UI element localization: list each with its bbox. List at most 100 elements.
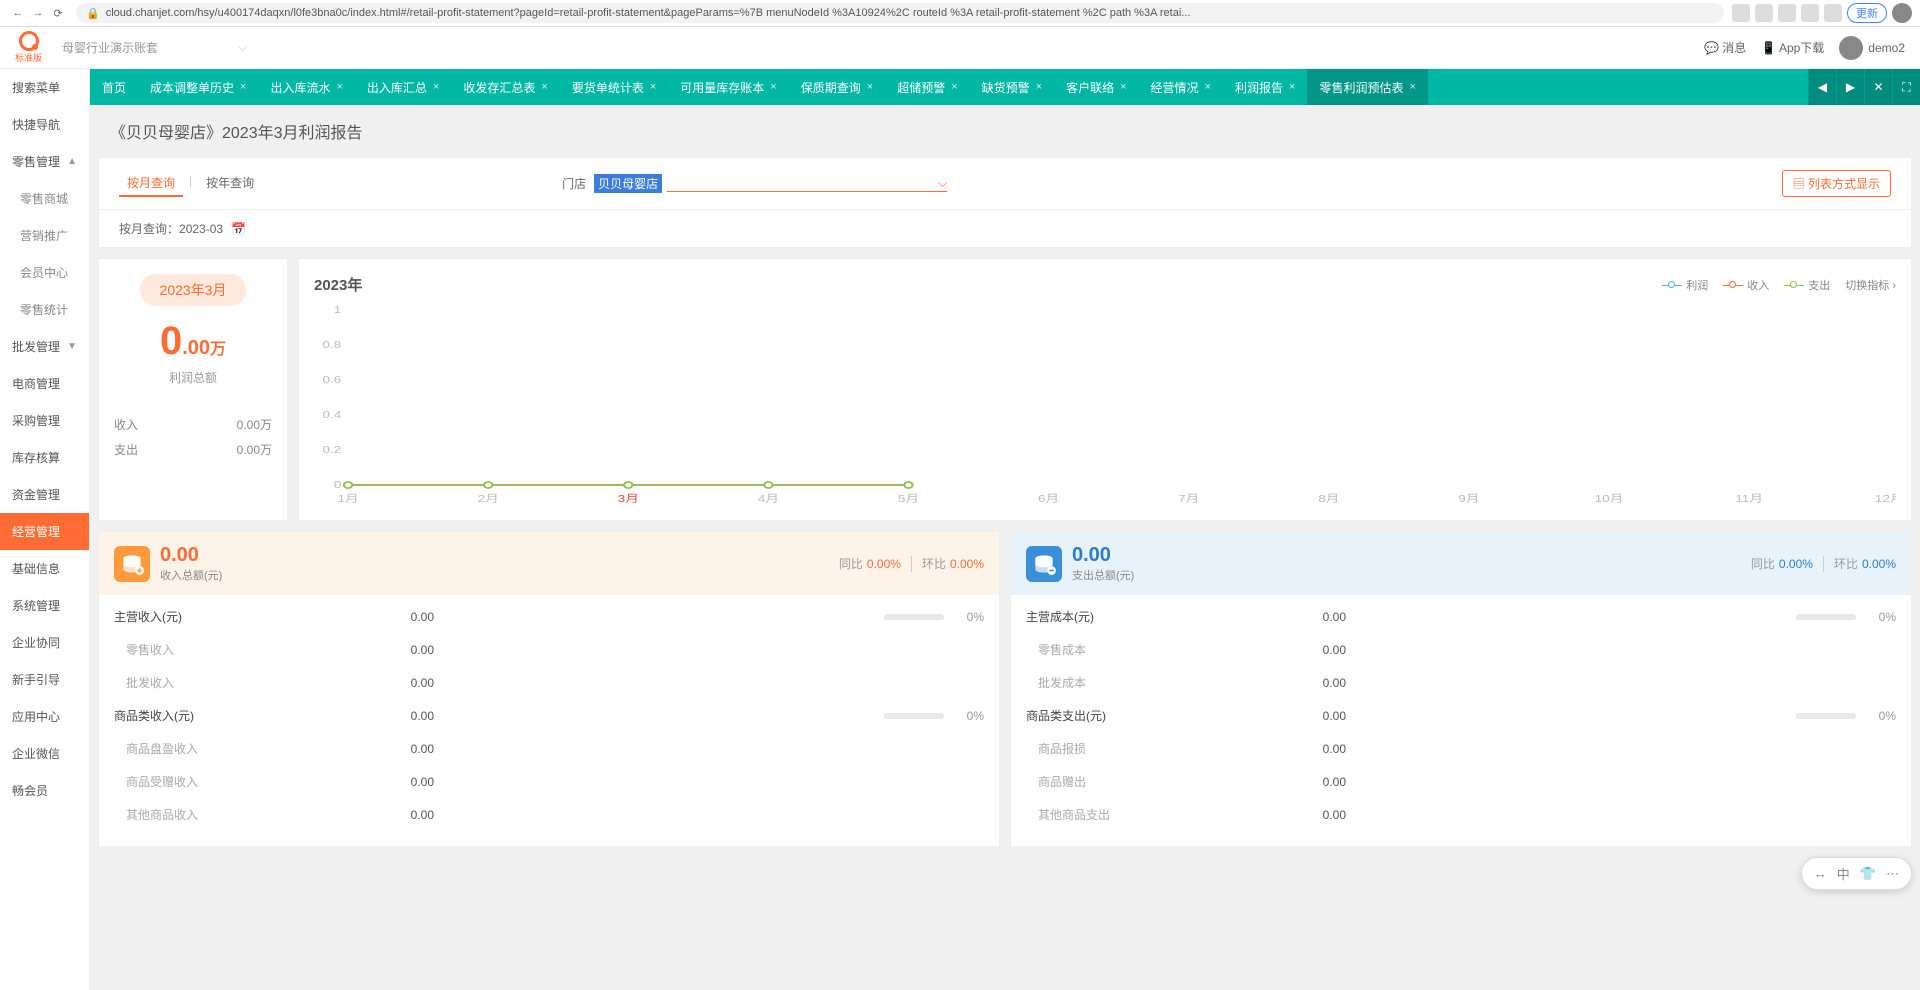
sidebar-item[interactable]: 系统管理	[0, 587, 89, 624]
tab[interactable]: 首页	[90, 69, 138, 105]
tab[interactable]: 客户联络×	[1054, 69, 1138, 105]
month-value[interactable]: 2023-03	[179, 222, 223, 236]
app-download-link[interactable]: 📱 App下载	[1761, 39, 1824, 56]
ext-1[interactable]	[1732, 4, 1750, 22]
user-menu[interactable]: demo2	[1839, 36, 1905, 60]
tab[interactable]: 保质期查询×	[789, 69, 885, 105]
progress-bar	[884, 713, 944, 719]
tab[interactable]: 缺货预警×	[970, 69, 1054, 105]
store-selector[interactable]: 门店 贝贝母婴店 ⌵	[562, 174, 947, 193]
store-value: 贝贝母婴店	[594, 174, 662, 193]
sidebar-item[interactable]: 批发管理▼	[0, 328, 89, 365]
sidebar-item[interactable]: 搜索菜单	[0, 69, 89, 106]
tab-close-icon[interactable]: ×	[240, 81, 246, 93]
tab-close-icon[interactable]: ×	[867, 81, 873, 93]
sidebar-item[interactable]: 电商管理	[0, 365, 89, 402]
tabs-prev-button[interactable]: ◀	[1808, 69, 1836, 105]
tab-close-icon[interactable]: ×	[1120, 81, 1126, 93]
sidebar-item[interactable]: 应用中心	[0, 698, 89, 735]
sidebar-item[interactable]: 零售管理▲	[0, 143, 89, 180]
sidebar-item[interactable]: 新手引导	[0, 661, 89, 698]
tab[interactable]: 收发存汇总表×	[451, 69, 559, 105]
calendar-icon[interactable]: 📅	[231, 222, 246, 236]
income-mini: 收入0.00万	[114, 416, 272, 433]
tab[interactable]: 出入库汇总×	[355, 69, 451, 105]
tab[interactable]: 经营情况×	[1139, 69, 1223, 105]
shirt-icon[interactable]: 👕	[1860, 866, 1876, 882]
sidebar-item[interactable]: 采购管理	[0, 402, 89, 439]
tab-close-icon[interactable]: ×	[541, 81, 547, 93]
back-button[interactable]: ←	[8, 3, 28, 23]
ext-2[interactable]	[1755, 4, 1773, 22]
income-card: 0.00 收入总额(元) 同比0.00% 环比0.00% 主营收入(元)0.00…	[98, 531, 1000, 847]
float-expand-icon[interactable]: ↔	[1814, 866, 1827, 881]
tab[interactable]: 出入库流水×	[258, 69, 354, 105]
expense-mini: 支出0.00万	[114, 441, 272, 458]
income-icon	[114, 546, 150, 582]
sidebar-item[interactable]: 企业微信	[0, 735, 89, 772]
tab[interactable]: 成本调整单历史×	[138, 69, 258, 105]
tab-close-icon[interactable]: ×	[951, 81, 957, 93]
legend-item[interactable]: 利润	[1662, 277, 1708, 293]
float-more-icon[interactable]: ⋯	[1886, 866, 1899, 882]
tab[interactable]: 要货单统计表×	[560, 69, 668, 105]
tab[interactable]: 利润报告×	[1223, 69, 1307, 105]
update-button[interactable]: 更新	[1847, 3, 1887, 23]
svg-text:7月: 7月	[1178, 493, 1199, 505]
summary-card: 2023年3月 0.00万 利润总额 收入0.00万 支出0.00万	[98, 258, 288, 521]
tab-close-icon[interactable]: ×	[1205, 81, 1211, 93]
filter-tab-year[interactable]: 按年查询	[198, 170, 262, 197]
switch-indicator-button[interactable]: 切换指标 ›	[1845, 277, 1896, 293]
forward-button[interactable]: →	[28, 3, 48, 23]
header-actions: 💬 消息 📱 App下载 demo2	[1704, 36, 1905, 60]
tab-close-icon[interactable]: ×	[1289, 81, 1295, 93]
svg-text:0.4: 0.4	[322, 409, 341, 421]
sidebar-item[interactable]: 基础信息	[0, 550, 89, 587]
app-logo[interactable]: 标准版	[15, 31, 42, 64]
svg-text:9月: 9月	[1458, 493, 1479, 505]
tabs-next-button[interactable]: ▶	[1836, 69, 1864, 105]
sidebar-item[interactable]: 库存核算	[0, 439, 89, 476]
sidebar-item[interactable]: 企业协同	[0, 624, 89, 661]
tabs-close-button[interactable]: ✕	[1864, 69, 1892, 105]
filter-tab-month[interactable]: 按月查询	[119, 170, 183, 197]
tab[interactable]: 超储预警×	[885, 69, 969, 105]
browser-profile-avatar[interactable]	[1892, 3, 1912, 23]
tab-close-icon[interactable]: ×	[1036, 81, 1042, 93]
ext-4[interactable]	[1801, 4, 1819, 22]
reload-button[interactable]: ⟳	[48, 3, 68, 23]
sidebar-item[interactable]: 营销推广	[0, 217, 89, 254]
tab-close-icon[interactable]: ×	[1409, 81, 1415, 93]
ext-3[interactable]	[1778, 4, 1796, 22]
ime-indicator[interactable]: 中	[1837, 864, 1850, 883]
tab[interactable]: 零售利润预估表×	[1307, 69, 1427, 105]
address-bar[interactable]: 🔒 cloud.chanjet.com/hsy/u400174daqxn/l0f…	[76, 3, 1724, 23]
floating-toolbar[interactable]: ↔ 中 👕 ⋯	[1801, 857, 1912, 890]
sidebar: 搜索菜单快捷导航零售管理▲零售商城营销推广会员中心零售统计批发管理▼电商管理采购…	[0, 69, 90, 990]
sidebar-item[interactable]: 零售统计	[0, 291, 89, 328]
sidebar-item[interactable]: 零售商城	[0, 180, 89, 217]
sidebar-item[interactable]: 快捷导航	[0, 106, 89, 143]
sidebar-item[interactable]: 畅会员	[0, 772, 89, 809]
subcategory-row: 商品赠出0.00	[1026, 765, 1896, 798]
sidebar-item[interactable]: 会员中心	[0, 254, 89, 291]
tab-close-icon[interactable]: ×	[433, 81, 439, 93]
legend-item[interactable]: 支出	[1784, 277, 1830, 293]
extension-icons	[1732, 4, 1842, 22]
sidebar-item[interactable]: 经营管理	[0, 513, 89, 550]
legend-item[interactable]: 收入	[1723, 277, 1769, 293]
username: demo2	[1868, 41, 1905, 55]
income-total: 0.00	[160, 544, 222, 567]
tab[interactable]: 可用量库存账本×	[668, 69, 788, 105]
chart-body[interactable]: 00.20.40.60.811月2月3月4月5月6月7月8月9月10月11月12…	[314, 305, 1896, 505]
month-filter: 按月查询： 2023-03 📅	[98, 210, 1912, 248]
list-view-button[interactable]: ▤ 列表方式显示	[1782, 170, 1891, 197]
org-selector[interactable]: 母婴行业演示账套 ⌵	[62, 39, 247, 56]
ext-5[interactable]	[1824, 4, 1842, 22]
tabs-fullscreen-button[interactable]: ⛶	[1892, 69, 1920, 105]
tab-close-icon[interactable]: ×	[770, 81, 776, 93]
tab-close-icon[interactable]: ×	[650, 81, 656, 93]
tab-close-icon[interactable]: ×	[336, 81, 342, 93]
messages-link[interactable]: 💬 消息	[1704, 39, 1746, 56]
sidebar-item[interactable]: 资金管理	[0, 476, 89, 513]
